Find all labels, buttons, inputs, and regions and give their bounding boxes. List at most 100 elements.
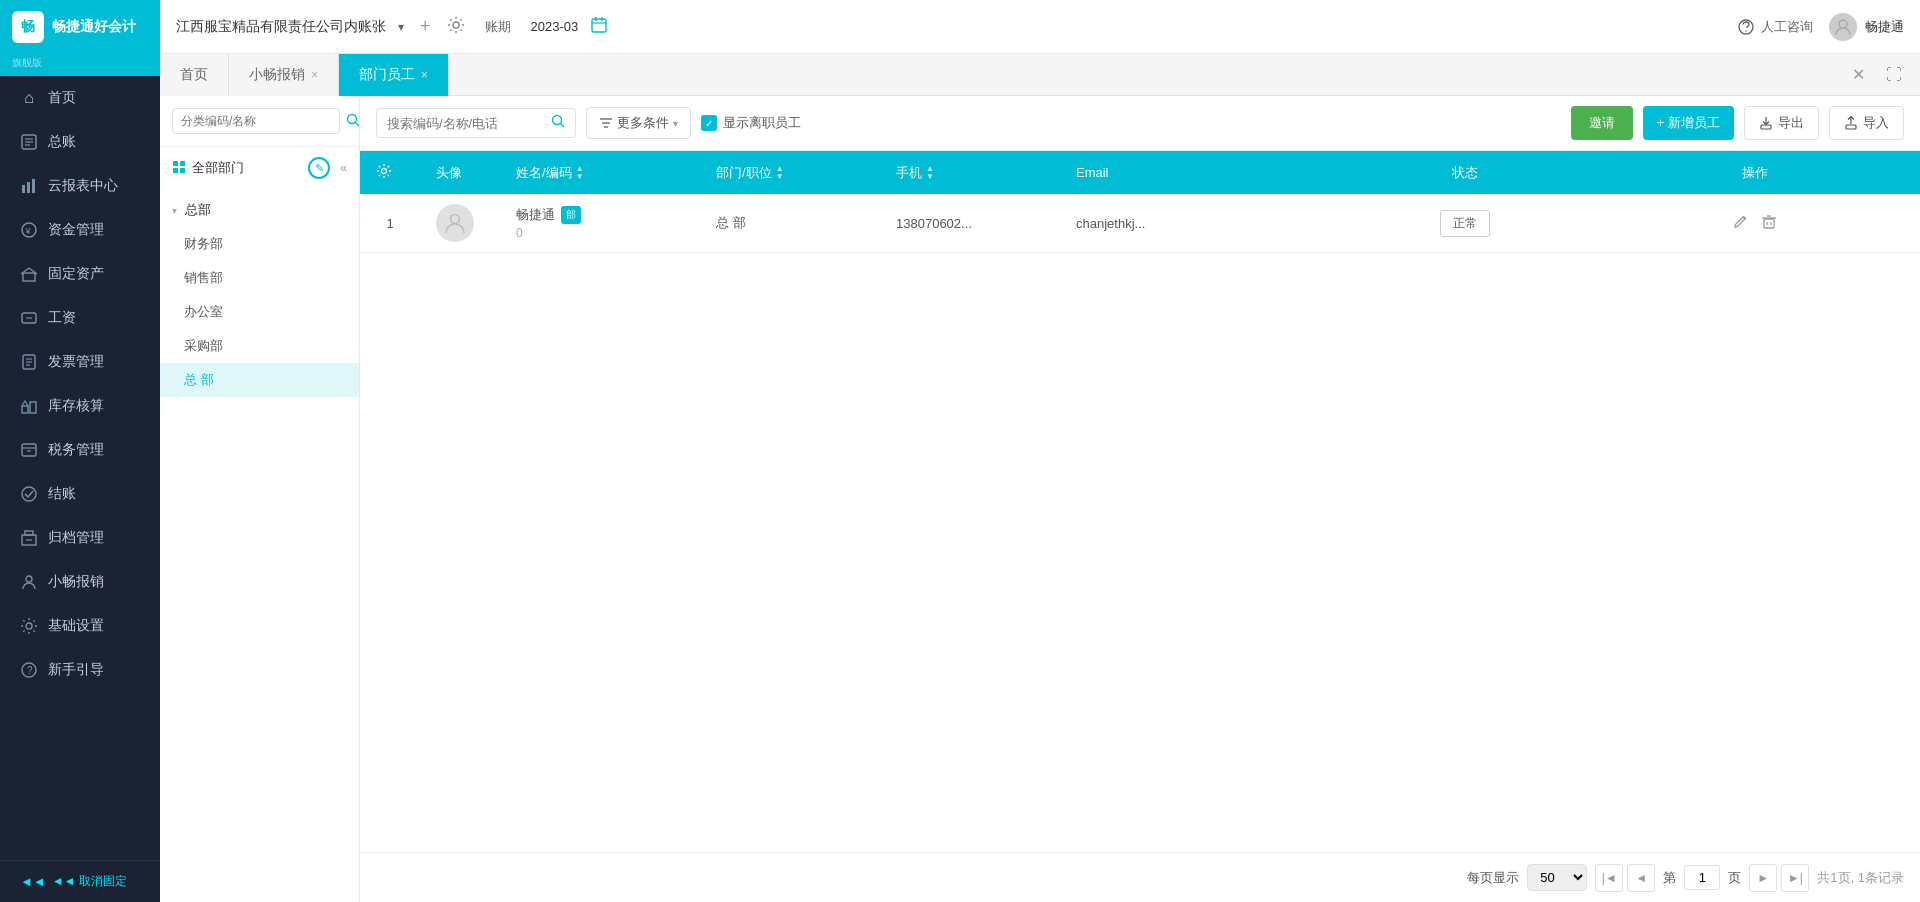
dept-header: 全部部门 ✎ « xyxy=(160,147,359,189)
tab-dept-employee[interactable]: 部门员工 × xyxy=(339,54,449,96)
th-dept[interactable]: 部门/职位 ▲▼ xyxy=(700,151,880,194)
dept-search-input[interactable] xyxy=(172,108,340,134)
sidebar-item-asset[interactable]: 固定资产 xyxy=(0,252,160,296)
right-panel: 更多条件 ▾ ✓ 显示离职员工 邀请 + 新增员工 导出 导入 xyxy=(360,96,1920,902)
sidebar-label-home: 首页 xyxy=(48,89,76,107)
show-resigned-checkbox[interactable]: ✓ xyxy=(701,115,717,131)
svg-rect-18 xyxy=(22,444,36,456)
ledger-icon xyxy=(20,133,38,151)
th-status: 状态 xyxy=(1340,151,1590,194)
filter-more-btn[interactable]: 更多条件 ▾ xyxy=(586,107,691,139)
last-page-button[interactable]: ►| xyxy=(1781,864,1809,892)
page-total-info: 共1页, 1条记录 xyxy=(1817,869,1904,887)
company-dropdown-icon[interactable]: ▾ xyxy=(398,20,404,34)
svg-rect-41 xyxy=(173,168,178,173)
sidebar-item-report[interactable]: 云报表中心 xyxy=(0,164,160,208)
first-page-button[interactable]: |◄ xyxy=(1595,864,1623,892)
sidebar-item-ledger[interactable]: 总账 xyxy=(0,120,160,164)
dept-item-office[interactable]: 办公室 xyxy=(160,295,359,329)
per-page-select[interactable]: 50 10 20 100 xyxy=(1527,864,1587,891)
dept-item-finance[interactable]: 财务部 xyxy=(160,227,359,261)
svg-rect-39 xyxy=(173,161,178,166)
dept-collapse-icon[interactable]: « xyxy=(340,161,347,175)
svg-text:¥: ¥ xyxy=(25,226,32,236)
tab-xiaochang[interactable]: 小畅报销 × xyxy=(229,54,339,96)
svg-rect-4 xyxy=(22,185,25,193)
page-navigation: |◄ ◄ 第 页 ► ►| xyxy=(1595,864,1809,892)
sidebar-item-xiaochang[interactable]: 小畅报销 xyxy=(0,560,160,604)
fund-icon: ¥ xyxy=(20,221,38,239)
topbar-user: 畅捷通 xyxy=(1829,13,1904,41)
svg-point-21 xyxy=(22,487,36,501)
th-avatar: 头像 xyxy=(420,151,500,194)
sidebar-item-guide[interactable]: ? 新手引导 xyxy=(0,648,160,692)
edit-employee-button[interactable] xyxy=(1733,214,1749,233)
dept-search-icon[interactable] xyxy=(346,113,360,130)
dept-search-box xyxy=(160,96,359,147)
next-page-button[interactable]: ► xyxy=(1749,864,1777,892)
period-label: 账期 xyxy=(485,18,511,36)
svg-point-43 xyxy=(553,116,562,125)
expand-button[interactable]: ⛶ xyxy=(1880,61,1908,89)
name-sort-arrows: ▲▼ xyxy=(576,165,584,181)
sidebar-item-home[interactable]: ⌂ 首页 xyxy=(0,76,160,120)
employee-avatar xyxy=(436,204,474,242)
sidebar-item-invoice[interactable]: 发票管理 xyxy=(0,340,160,384)
sidebar-label-asset: 固定资产 xyxy=(48,265,104,283)
employee-search-input[interactable] xyxy=(387,116,551,131)
invoice-icon xyxy=(20,353,38,371)
svg-rect-42 xyxy=(180,168,185,173)
tab-dept-close[interactable]: × xyxy=(421,69,428,81)
dept-item-zongbu-root[interactable]: ▾ 总部 xyxy=(160,193,359,227)
per-page-label: 每页显示 xyxy=(1467,869,1519,887)
sidebar-item-fund[interactable]: ¥ 资金管理 xyxy=(0,208,160,252)
table-settings-icon[interactable] xyxy=(376,167,392,182)
tab-home[interactable]: 首页 xyxy=(160,54,229,96)
sidebar-edition: 旗舰版 xyxy=(0,54,160,76)
sidebar-item-wage[interactable]: 工资 xyxy=(0,296,160,340)
sidebar-item-stock[interactable]: 库存核算 xyxy=(0,384,160,428)
dept-item-sales[interactable]: 销售部 xyxy=(160,261,359,295)
tab-home-label: 首页 xyxy=(180,66,208,84)
status-badge: 正常 xyxy=(1440,210,1490,237)
sidebar-logo: 畅 畅捷通好会计 xyxy=(0,0,160,54)
archive-icon xyxy=(20,529,38,547)
th-phone[interactable]: 手机 ▲▼ xyxy=(880,151,1060,194)
toolbar-right: 邀请 + 新增员工 导出 导入 xyxy=(1571,106,1904,140)
close-all-tabs-button[interactable]: ✕ xyxy=(1844,61,1872,89)
tab-xiaochang-close[interactable]: × xyxy=(311,69,318,81)
topbar-settings-icon[interactable] xyxy=(447,16,465,38)
invite-button[interactable]: 邀请 xyxy=(1571,106,1633,140)
dept-item-purchase[interactable]: 采购部 xyxy=(160,329,359,363)
sidebar-item-archive[interactable]: 归档管理 xyxy=(0,516,160,560)
page-input[interactable] xyxy=(1684,865,1720,890)
dept-edit-btn[interactable]: ✎ xyxy=(308,157,330,179)
svg-rect-6 xyxy=(32,179,35,193)
support-btn[interactable]: 人工咨询 xyxy=(1737,18,1813,36)
svg-point-26 xyxy=(26,623,32,629)
delete-employee-button[interactable] xyxy=(1761,214,1777,233)
dept-grid-icon xyxy=(172,160,186,177)
sidebar-item-tax[interactable]: 税务管理 xyxy=(0,428,160,472)
dept-item-zongbu-active[interactable]: 总 部 xyxy=(160,363,359,397)
export-button[interactable]: 导出 xyxy=(1744,106,1819,140)
cancel-fixed-btn[interactable]: ◄◄ ◄◄ 取消固定 xyxy=(0,860,160,902)
sidebar-label-ledger: 总账 xyxy=(48,133,76,151)
add-employee-button[interactable]: + 新增员工 xyxy=(1643,106,1734,140)
svg-point-37 xyxy=(348,114,357,123)
prev-page-button[interactable]: ◄ xyxy=(1627,864,1655,892)
tax-icon xyxy=(20,441,38,459)
sidebar-label-wage: 工资 xyxy=(48,309,76,327)
sidebar-item-close[interactable]: 结账 xyxy=(0,472,160,516)
employee-toolbar: 更多条件 ▾ ✓ 显示离职员工 邀请 + 新增员工 导出 导入 xyxy=(360,96,1920,151)
svg-point-53 xyxy=(451,215,460,224)
import-button[interactable]: 导入 xyxy=(1829,106,1904,140)
th-name[interactable]: 姓名/编码 ▲▼ xyxy=(500,151,700,194)
calendar-icon[interactable] xyxy=(590,16,608,38)
close-account-icon xyxy=(20,485,38,503)
row-phone: 138070602... xyxy=(880,194,1060,253)
caret-icon: ▾ xyxy=(172,205,177,216)
employee-search-icon[interactable] xyxy=(551,114,565,132)
sidebar-item-basic[interactable]: 基础设置 xyxy=(0,604,160,648)
add-company-button[interactable]: + xyxy=(416,16,435,37)
